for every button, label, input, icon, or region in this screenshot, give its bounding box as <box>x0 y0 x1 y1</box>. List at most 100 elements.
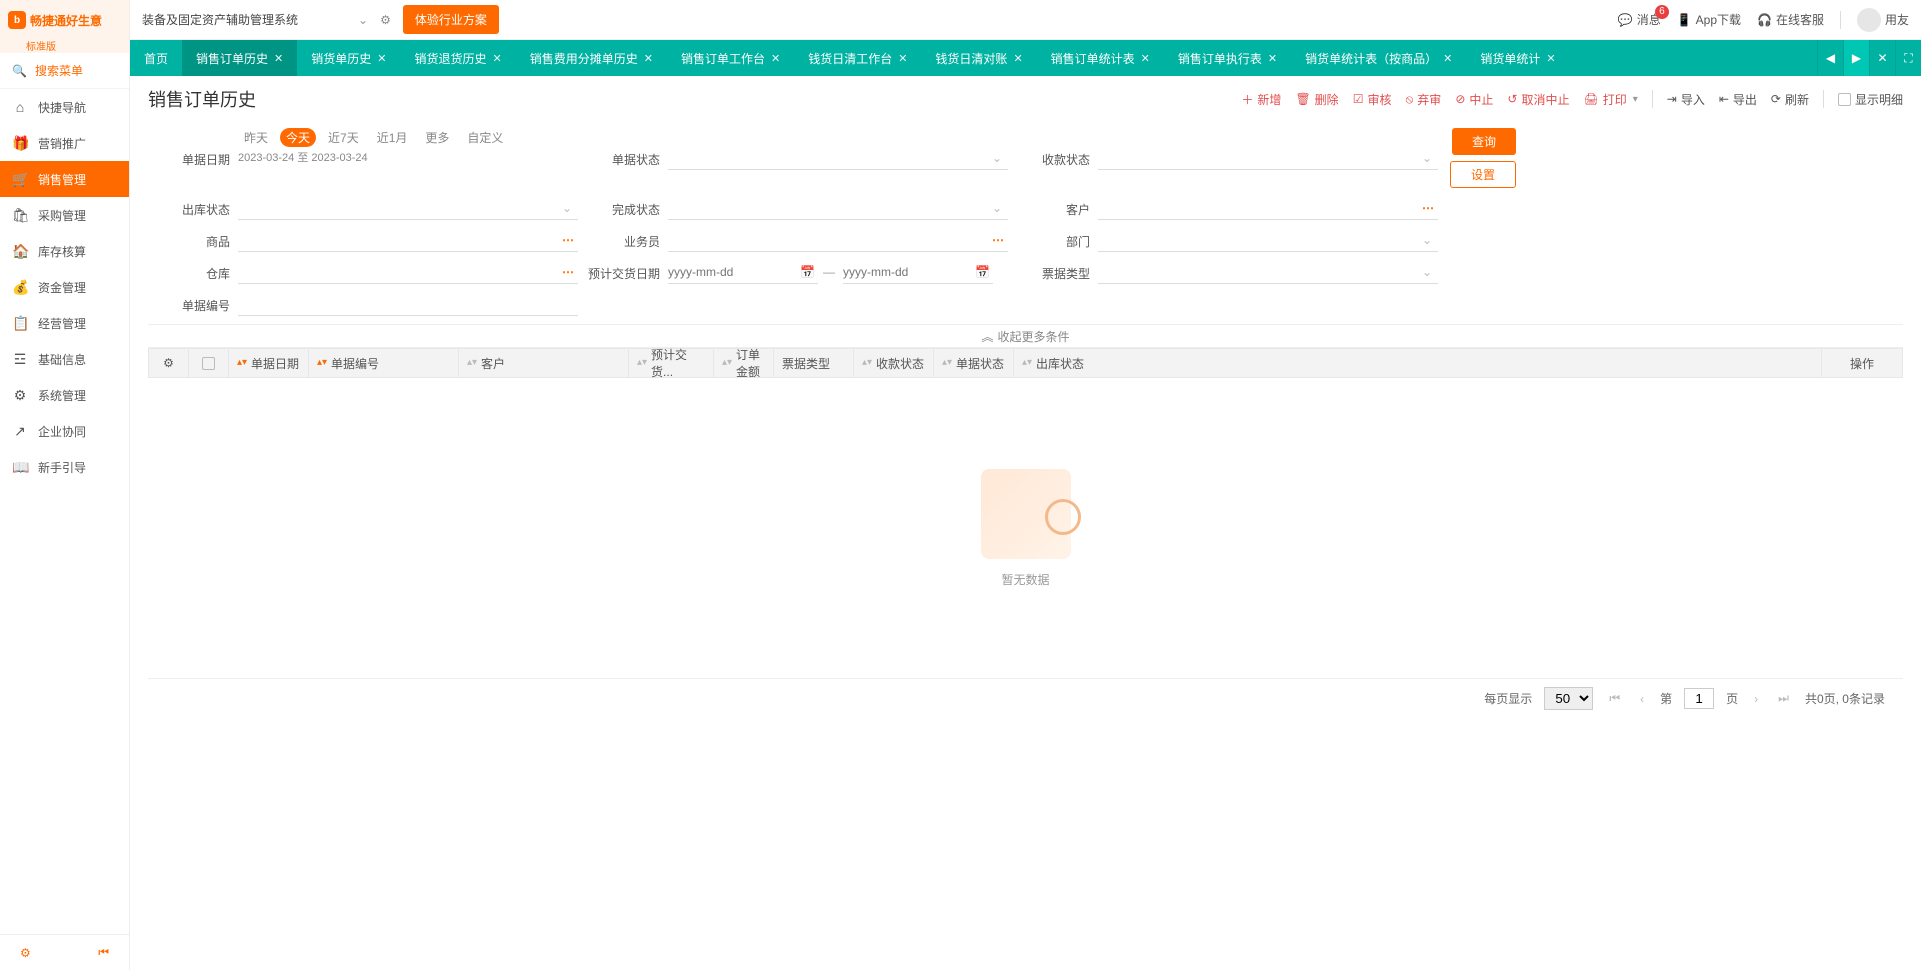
tab[interactable]: 销货单统计✕ <box>1466 40 1569 76</box>
more-icon[interactable]: ⋯ <box>562 233 574 247</box>
col-customer[interactable]: ▴▾客户 <box>459 349 629 377</box>
close-icon[interactable]: ✕ <box>1013 52 1022 65</box>
date-tag[interactable]: 自定义 <box>461 128 509 147</box>
page-input[interactable] <box>1684 688 1714 709</box>
gear-icon[interactable]: ⚙ <box>380 13 391 27</box>
tab[interactable]: 销售订单统计表✕ <box>1037 40 1164 76</box>
audit-button[interactable]: ☑审核 <box>1353 91 1392 108</box>
page-prev[interactable]: ‹ <box>1636 692 1648 706</box>
col-doc[interactable]: ▴▾单据状态 <box>934 349 1014 377</box>
page-last[interactable]: ⏭ <box>1774 691 1793 706</box>
close-icon[interactable]: ✕ <box>1546 52 1555 65</box>
more-icon[interactable]: ⋯ <box>562 265 574 279</box>
tab-close-all[interactable]: ✕ <box>1869 40 1895 76</box>
user-menu[interactable]: 用友 <box>1857 8 1909 32</box>
close-icon[interactable]: ✕ <box>274 52 283 65</box>
export-button[interactable]: ⇤导出 <box>1719 91 1757 108</box>
more-icon[interactable]: ⋯ <box>992 233 1004 247</box>
settings-icon[interactable]: ⚙ <box>20 946 31 960</box>
query-button[interactable]: 查询 <box>1452 128 1516 155</box>
sidebar-item[interactable]: 🎁营销推广 <box>0 125 129 161</box>
col-ticket[interactable]: 票据类型 <box>774 349 854 377</box>
tab[interactable]: 销售订单历史✕ <box>182 40 297 76</box>
message-button[interactable]: 💬 消息 6 <box>1618 11 1661 28</box>
discard-button[interactable]: ⦸弃审 <box>1405 91 1441 108</box>
unstop-button[interactable]: ↺取消中止 <box>1507 91 1569 108</box>
tab[interactable]: 销货单统计表（按商品）✕ <box>1291 40 1466 76</box>
sidebar-item[interactable]: 🏠库存核算 <box>0 233 129 269</box>
collapse-filters[interactable]: ︽ 收起更多条件 <box>148 324 1903 348</box>
close-icon[interactable]: ✕ <box>493 52 502 65</box>
column-settings[interactable]: ⚙ <box>149 349 189 377</box>
close-icon[interactable]: ✕ <box>377 52 386 65</box>
pay-status-select[interactable] <box>1098 146 1438 170</box>
tab[interactable]: 钱货日清对账✕ <box>921 40 1036 76</box>
salesman-input[interactable] <box>668 228 1008 252</box>
col-num[interactable]: ▴▾单据编号 <box>309 349 459 377</box>
tab[interactable]: 销售订单执行表✕ <box>1164 40 1291 76</box>
ticket-type-select[interactable] <box>1098 260 1438 284</box>
close-icon[interactable]: ✕ <box>771 52 780 65</box>
close-icon[interactable]: ✕ <box>898 52 907 65</box>
close-icon[interactable]: ✕ <box>1141 52 1150 65</box>
delivery-date-from[interactable] <box>668 260 818 284</box>
page-next[interactable]: › <box>1750 692 1762 706</box>
tab-scroll-left[interactable]: ◀ <box>1817 40 1843 76</box>
out-status-select[interactable] <box>238 196 578 220</box>
tab[interactable]: 销售费用分摊单历史✕ <box>516 40 667 76</box>
sidebar-item[interactable]: 💰资金管理 <box>0 269 129 305</box>
doc-num-input[interactable] <box>238 292 578 316</box>
calendar-icon[interactable]: 📅 <box>975 265 990 279</box>
refresh-button[interactable]: ⟳刷新 <box>1771 91 1809 108</box>
date-tag[interactable]: 今天 <box>280 128 316 147</box>
sidebar-item[interactable]: 🛒销售管理 <box>0 161 129 197</box>
date-tag[interactable]: 近7天 <box>322 128 365 147</box>
date-tag[interactable]: 昨天 <box>238 128 274 147</box>
app-download-button[interactable]: 📱 App下载 <box>1677 11 1741 28</box>
product-input[interactable] <box>238 228 578 252</box>
service-button[interactable]: 🎧 在线客服 <box>1757 11 1824 28</box>
col-amount[interactable]: ▴▾订单金额 <box>714 349 774 377</box>
finish-status-select[interactable] <box>668 196 1008 220</box>
tab[interactable]: 销售订单工作台✕ <box>667 40 794 76</box>
sidebar-item[interactable]: 📋经营管理 <box>0 305 129 341</box>
tab[interactable]: 首页 <box>130 40 182 76</box>
close-icon[interactable]: ✕ <box>1268 52 1277 65</box>
collapse-sidebar-icon[interactable]: ⏮ <box>98 945 109 960</box>
more-icon[interactable]: ⋯ <box>1422 201 1434 215</box>
sidebar-item[interactable]: 🛍采购管理 <box>0 197 129 233</box>
delivery-date-to[interactable] <box>843 260 993 284</box>
tab-fullscreen[interactable]: ⛶ <box>1895 40 1921 76</box>
select-all-checkbox[interactable] <box>189 349 229 377</box>
col-pay[interactable]: ▴▾收款状态 <box>854 349 934 377</box>
close-icon[interactable]: ✕ <box>644 52 653 65</box>
col-date[interactable]: ▴▾单据日期 <box>229 349 309 377</box>
sidebar-item[interactable]: ⚙系统管理 <box>0 377 129 413</box>
tab[interactable]: 钱货日清工作台✕ <box>794 40 921 76</box>
tab-scroll-right[interactable]: ▶ <box>1843 40 1869 76</box>
search-menu[interactable]: 🔍 搜索菜单 <box>0 53 129 89</box>
warehouse-input[interactable] <box>238 260 578 284</box>
close-icon[interactable]: ✕ <box>1443 52 1452 65</box>
sidebar-item[interactable]: ☲基础信息 <box>0 341 129 377</box>
tab[interactable]: 销货单历史✕ <box>297 40 400 76</box>
sidebar-item[interactable]: 📖新手引导 <box>0 449 129 485</box>
stop-button[interactable]: ⊘中止 <box>1455 91 1493 108</box>
col-delivery[interactable]: ▴▾预计交货... <box>629 349 714 377</box>
customer-input[interactable] <box>1098 196 1438 220</box>
import-button[interactable]: ⇥导入 <box>1667 91 1705 108</box>
settings-button[interactable]: 设置 <box>1450 161 1516 188</box>
print-button[interactable]: 🖨打印▾ <box>1583 91 1637 108</box>
date-tag[interactable]: 近1月 <box>371 128 414 147</box>
show-detail-toggle[interactable]: 显示明细 <box>1838 91 1903 108</box>
col-out[interactable]: ▴▾出库状态 <box>1014 349 1822 377</box>
date-tag[interactable]: 更多 <box>419 128 455 147</box>
per-page-select[interactable]: 50 <box>1544 687 1593 710</box>
experience-button[interactable]: 体验行业方案 <box>403 5 499 34</box>
page-first[interactable]: ⏮ <box>1605 691 1624 706</box>
add-button[interactable]: ＋新增 <box>1241 91 1281 108</box>
delete-button[interactable]: 🗑删除 <box>1295 91 1338 108</box>
system-selector[interactable]: 装备及固定资产辅助管理系统 ⌄ <box>142 11 368 28</box>
sidebar-item[interactable]: ⌂快捷导航 <box>0 89 129 125</box>
tab[interactable]: 销货退货历史✕ <box>400 40 515 76</box>
